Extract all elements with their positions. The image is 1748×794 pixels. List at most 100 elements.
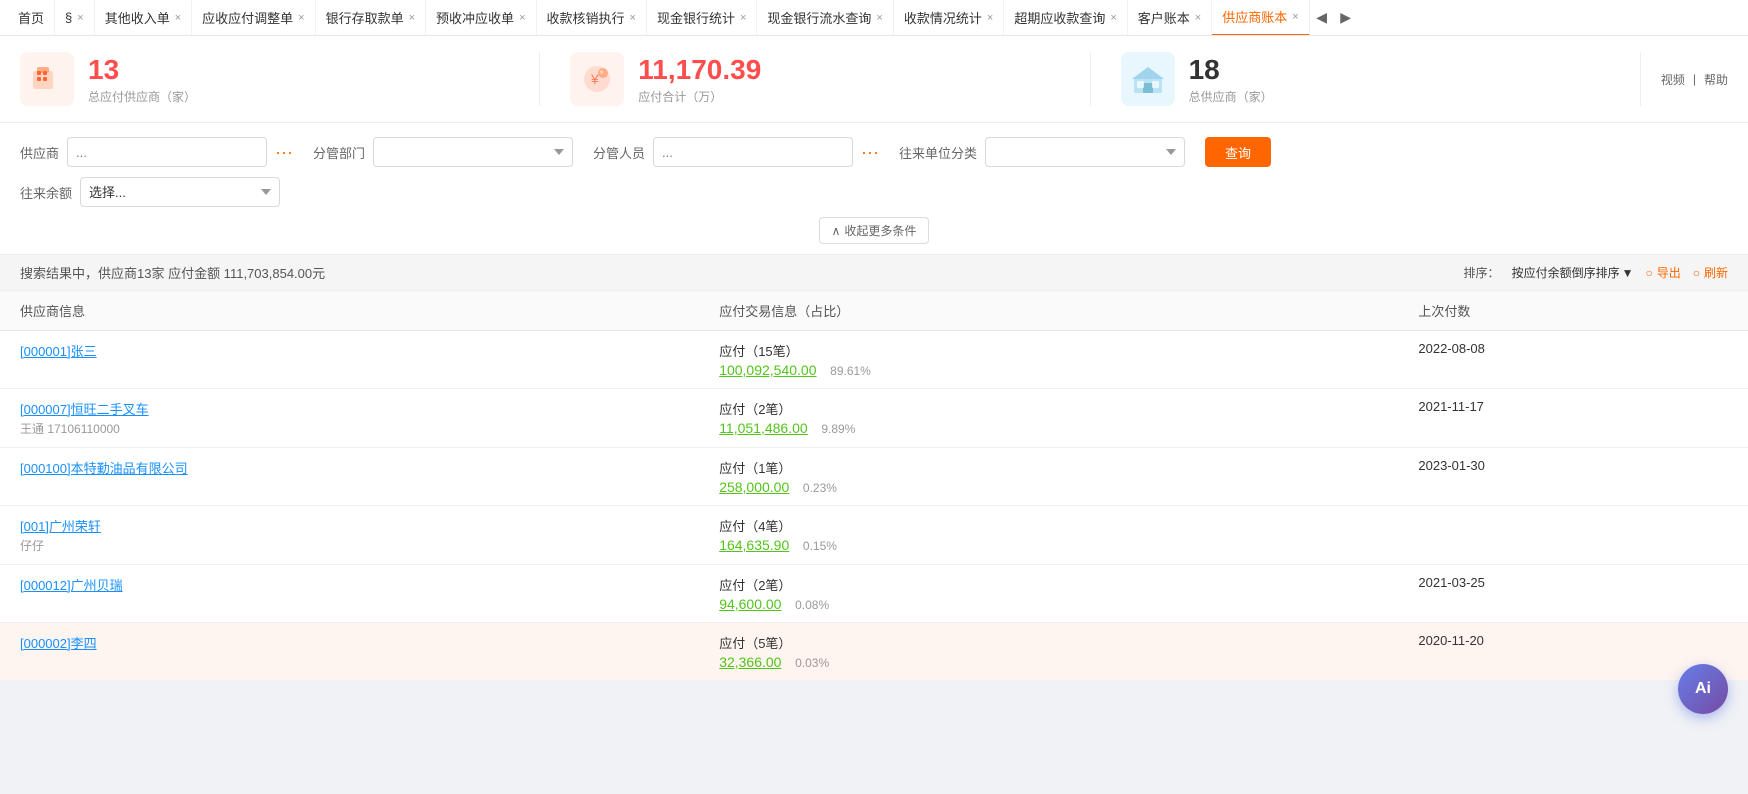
- person-filter-label: 分管人员: [593, 143, 645, 162]
- tx-amount[interactable]: 32,366.00: [719, 654, 781, 670]
- query-button[interactable]: 查询: [1205, 137, 1271, 167]
- tx-amount[interactable]: 100,092,540.00: [719, 362, 816, 378]
- last-pay-cell: 2021-03-25: [1398, 565, 1748, 623]
- nav-item-customer-ledger[interactable]: 客户账本 ×: [1128, 0, 1212, 36]
- refresh-button[interactable]: ○ 刷新: [1693, 264, 1728, 281]
- table-header: 供应商信息 应付交易信息（占比） 上次付数: [0, 291, 1748, 331]
- refresh-label: 刷新: [1704, 264, 1728, 281]
- close-icon[interactable]: ×: [1195, 12, 1201, 24]
- store-icon: [1121, 52, 1175, 106]
- nav-item-cash-stat[interactable]: 现金银行统计 ×: [647, 0, 757, 36]
- export-icon: ○: [1645, 266, 1652, 280]
- export-label: 导出: [1657, 264, 1681, 281]
- person-input[interactable]: [653, 137, 853, 167]
- nav-label: 收款情况统计: [904, 8, 982, 27]
- nav-label: 现金银行流水查询: [767, 8, 871, 27]
- filter-balance: 往来余额 选择...: [20, 177, 280, 207]
- tx-amount[interactable]: 11,051,486.00: [719, 420, 808, 436]
- dept-select[interactable]: [373, 137, 573, 167]
- person-more-icon[interactable]: ···: [861, 143, 879, 161]
- chevron-up-icon: ∧: [832, 224, 841, 238]
- export-button[interactable]: ○ 导出: [1645, 264, 1680, 281]
- collapse-button[interactable]: ∧ 收起更多条件: [819, 217, 930, 244]
- top-right-links: 视频 | 帮助: [1641, 71, 1728, 88]
- filter-row-2: 往来余额 选择...: [20, 177, 1728, 207]
- nav-next-arrow[interactable]: ▶: [1334, 0, 1358, 36]
- nav-item-bank[interactable]: 银行存取款单 ×: [316, 0, 426, 36]
- tx-percent: 89.61%: [830, 364, 871, 378]
- nav-item-overdue[interactable]: 超期应收款查询 ×: [1004, 0, 1127, 36]
- nav-label: 首页: [18, 8, 44, 27]
- tx-amount-row: 258,000.00 0.23%: [719, 479, 1378, 495]
- close-icon[interactable]: ×: [740, 12, 746, 24]
- supplier-link[interactable]: [000007]恒旺二手叉车: [20, 399, 679, 418]
- balance-select[interactable]: 选择...: [80, 177, 280, 207]
- tx-amount[interactable]: 164,635.90: [719, 537, 789, 553]
- total-supplier-number: 18: [1189, 53, 1273, 87]
- nav-label: 其他收入单: [105, 8, 170, 27]
- supplier-more-icon[interactable]: ···: [275, 143, 293, 161]
- close-icon[interactable]: ×: [876, 12, 882, 24]
- nav-item-tab2[interactable]: § ×: [55, 0, 95, 36]
- table-body: [000001]张三 应付（15笔） 100,092,540.00 89.61%…: [0, 331, 1748, 681]
- amount-label: 应付合计（万）: [638, 88, 761, 105]
- nav-item-receipt[interactable]: 收款核销执行 ×: [537, 0, 647, 36]
- nav-item-receipt-stat[interactable]: 收款情况统计 ×: [894, 0, 1004, 36]
- tx-cell: 应付（15笔） 100,092,540.00 89.61%: [699, 331, 1398, 389]
- collapse-label: 收起更多条件: [844, 222, 916, 239]
- video-link[interactable]: 视频: [1661, 71, 1685, 88]
- nav-item-other-income[interactable]: 其他收入单 ×: [95, 0, 192, 36]
- tx-label: 应付（4笔）: [719, 516, 1378, 535]
- tx-amount-row: 32,366.00 0.03%: [719, 654, 1378, 670]
- help-link[interactable]: 帮助: [1704, 71, 1728, 88]
- sort-value[interactable]: 按应付余额倒序排序 ▼: [1512, 264, 1634, 281]
- tx-amount[interactable]: 258,000.00: [719, 479, 789, 495]
- supplier-link[interactable]: [000001]张三: [20, 341, 679, 360]
- supplier-sub: 仔仔: [20, 537, 679, 554]
- tx-info: 应付（15笔） 100,092,540.00 89.61%: [719, 341, 1378, 378]
- supplier-link[interactable]: [000012]广州贝瑞: [20, 575, 679, 594]
- nav-item-cash-flow[interactable]: 现金银行流水查询 ×: [757, 0, 893, 36]
- nav-prev-arrow[interactable]: ◀: [1310, 0, 1334, 36]
- close-icon[interactable]: ×: [175, 12, 181, 24]
- collapse-row: ∧ 收起更多条件: [20, 217, 1728, 244]
- close-icon[interactable]: ×: [77, 12, 83, 24]
- tx-cell: 应付（2笔） 94,600.00 0.08%: [699, 565, 1398, 623]
- col-tx-info: 应付交易信息（占比）: [699, 291, 1398, 331]
- tx-label: 应付（2笔）: [719, 399, 1378, 418]
- nav-item-advance[interactable]: 预收冲应收单 ×: [426, 0, 536, 36]
- close-icon[interactable]: ×: [519, 12, 525, 24]
- supplier-link[interactable]: [000100]本特勤油品有限公司: [20, 458, 679, 477]
- close-icon[interactable]: ×: [1292, 11, 1298, 23]
- ai-button[interactable]: Ai: [1678, 664, 1728, 714]
- close-icon[interactable]: ×: [987, 12, 993, 24]
- nav-item-supplier-ledger[interactable]: 供应商账本 ×: [1212, 0, 1309, 36]
- last-pay-cell: 2021-11-17: [1398, 389, 1748, 448]
- close-icon[interactable]: ×: [630, 12, 636, 24]
- supplier-cell: [000007]恒旺二手叉车 王通 17106110000: [0, 389, 699, 448]
- close-icon[interactable]: ×: [409, 12, 415, 24]
- supplier-input[interactable]: [67, 137, 267, 167]
- unit-class-filter-label: 往来单位分类: [899, 143, 977, 162]
- supplier-count-info: 13 总应付供应商（家）: [88, 53, 196, 106]
- amount-info: 11,170.39 应付合计（万）: [638, 53, 761, 106]
- nav-item-adjustment[interactable]: 应收应付调整单 ×: [192, 0, 315, 36]
- nav-item-home[interactable]: 首页: [8, 0, 55, 36]
- tx-label: 应付（5笔）: [719, 633, 1378, 652]
- close-icon[interactable]: ×: [1110, 12, 1116, 24]
- close-icon[interactable]: ×: [298, 12, 304, 24]
- table-row: [000012]广州贝瑞 应付（2笔） 94,600.00 0.08% 2021…: [0, 565, 1748, 623]
- sort-value-text: 按应付余额倒序排序: [1512, 264, 1620, 281]
- supplier-link[interactable]: [001]广州荣轩: [20, 516, 679, 535]
- filter-unit-class: 往来单位分类: [899, 137, 1185, 167]
- tx-amount[interactable]: 94,600.00: [719, 596, 781, 612]
- supplier-link[interactable]: [000002]李四: [20, 633, 679, 652]
- tx-percent: 0.15%: [803, 539, 837, 553]
- tx-cell: 应付（5笔） 32,366.00 0.03%: [699, 623, 1398, 681]
- supplier-cell: [000012]广州贝瑞: [0, 565, 699, 623]
- unit-class-select[interactable]: [985, 137, 1185, 167]
- filter-person: 分管人员 ···: [593, 137, 879, 167]
- col-supplier-info: 供应商信息: [0, 291, 699, 331]
- sort-label: 排序：: [1464, 264, 1500, 281]
- nav-label: 应收应付调整单: [202, 8, 293, 27]
